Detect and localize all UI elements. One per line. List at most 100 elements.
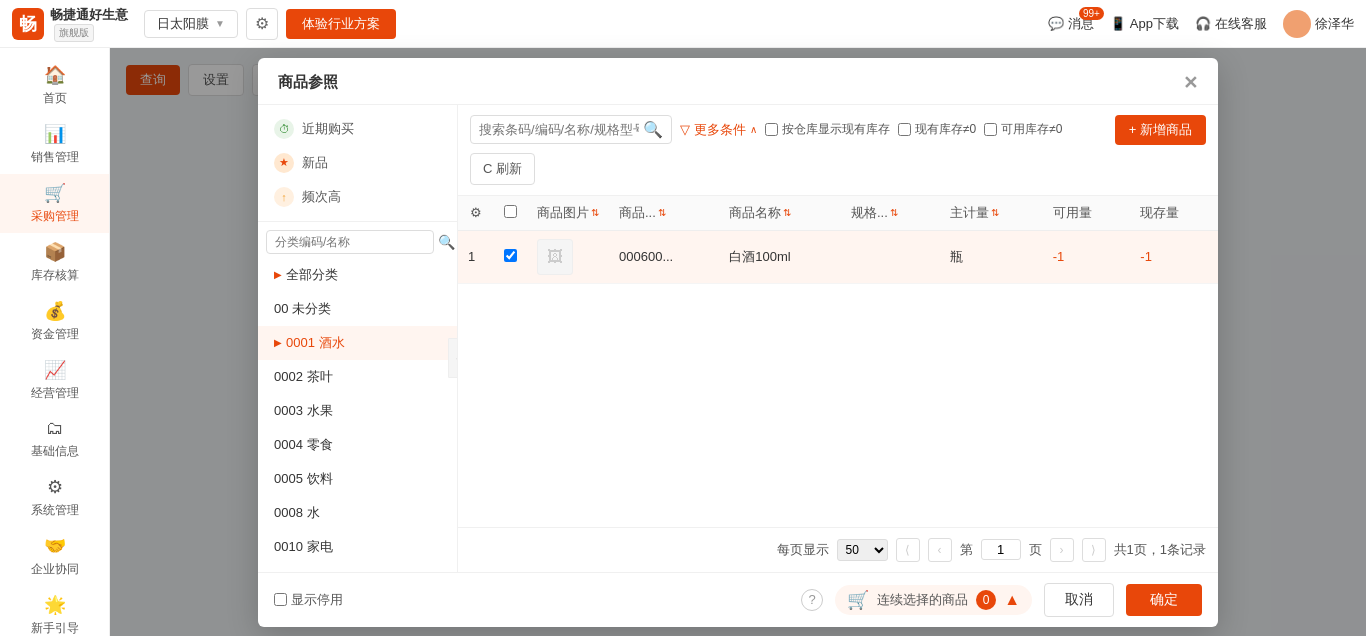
cat-item-tea[interactable]: 0002 茶叶	[258, 360, 457, 394]
cart-label: 连续选择的商品	[877, 591, 968, 609]
td-spec	[841, 230, 940, 283]
cat-item-uncategorized[interactable]: 00 未分类	[258, 292, 457, 326]
panel-collapse-button[interactable]: ‹	[448, 338, 458, 378]
filter-bar: 🔍 ▽ 更多条件 ∧ 按仓库显示现有库存	[458, 105, 1218, 196]
checkbox-by-warehouse[interactable]	[765, 123, 778, 136]
product-table-area: ⚙ 商品图片 ⇅	[458, 196, 1218, 527]
sidebar-label-business: 经营管理	[31, 385, 79, 402]
category-search-icon[interactable]: 🔍	[438, 234, 455, 250]
sidebar-item-collab[interactable]: 🤝 企业协同	[0, 527, 109, 586]
last-page-button[interactable]: ⟩	[1082, 538, 1106, 562]
modal-title: 商品参照	[278, 73, 338, 92]
sidebar-item-system[interactable]: ⚙ 系统管理	[0, 468, 109, 527]
inventory-icon: 📦	[44, 241, 66, 263]
sidebar-item-inventory[interactable]: 📦 库存核算	[0, 233, 109, 292]
sidebar-item-guide[interactable]: 🌟 新手引导	[0, 586, 109, 636]
show-disabled-label[interactable]: 显示停用	[274, 591, 343, 609]
check-stock-nonzero[interactable]: 现有库存≠0	[898, 121, 976, 138]
product-search-input[interactable]	[479, 122, 639, 137]
show-disabled-checkbox[interactable]	[274, 593, 287, 606]
trial-button[interactable]: 体验行业方案	[286, 9, 396, 39]
gear-button[interactable]: ⚙	[246, 8, 278, 40]
cat-item-all[interactable]: ▶ 全部分类	[258, 258, 457, 292]
quick-filters: ⏱ 近期购买 ★ 新品 ↑ 频次高	[258, 113, 457, 222]
td-name: 白酒100ml	[719, 230, 841, 283]
cancel-button[interactable]: 取消	[1044, 583, 1114, 617]
modal-overlay: 商品参照 ✕ ⏱ 近期购买 ★ 新品	[110, 48, 1366, 636]
cat-item-water[interactable]: 0008 水	[258, 496, 457, 530]
app-download-btn[interactable]: 📱 App下载	[1110, 15, 1179, 33]
cart-collapse-button[interactable]: ▲	[1004, 591, 1020, 609]
sort-image-icon: ⇅	[591, 207, 599, 218]
store-selector[interactable]: 日太阳膜 ▼	[144, 10, 238, 38]
table-settings-icon[interactable]: ⚙	[470, 205, 482, 220]
prev-page-button[interactable]: ‹	[928, 538, 952, 562]
td-checkbox	[494, 230, 527, 283]
headset-icon: 🎧	[1195, 16, 1211, 31]
add-product-button[interactable]: + 新增商品	[1115, 115, 1206, 145]
th-spec: 规格... ⇅	[841, 196, 940, 231]
sidebar-item-sales[interactable]: 📊 销售管理	[0, 115, 109, 174]
check-by-warehouse[interactable]: 按仓库显示现有库存	[765, 121, 890, 138]
category-search-input[interactable]	[266, 230, 434, 254]
select-all-checkbox[interactable]	[504, 205, 517, 218]
category-list: ▶ 全部分类 00 未分类 ▶ 0001 酒水 0002 茶	[258, 258, 457, 564]
td-unit: 瓶	[940, 230, 1042, 283]
confirm-button[interactable]: 确定	[1126, 584, 1202, 616]
cat-item-fruit[interactable]: 0003 水果	[258, 394, 457, 428]
avatar	[1283, 10, 1311, 38]
prev-page-icon: ‹	[938, 543, 942, 557]
cat-item-drink[interactable]: 0005 饮料	[258, 462, 457, 496]
collab-icon: 🤝	[44, 535, 66, 557]
cat-item-snack[interactable]: 0004 零食	[258, 428, 457, 462]
help-icon-button[interactable]: ?	[801, 589, 823, 611]
sidebar-item-home[interactable]: 🏠 首页	[0, 56, 109, 115]
checkbox-avail-nonzero[interactable]	[984, 123, 997, 136]
cat-arrow-liquor: ▶	[274, 337, 282, 348]
page-prefix-label: 第	[960, 541, 973, 559]
quick-filter-new[interactable]: ★ 新品	[266, 147, 449, 179]
td-row-num: 1	[458, 230, 494, 283]
cat-item-appliance[interactable]: 0010 家电	[258, 530, 457, 564]
service-btn[interactable]: 🎧 在线客服	[1195, 15, 1267, 33]
modal-header: 商品参照 ✕	[258, 58, 1218, 105]
sidebar-item-purchase[interactable]: 🛒 采购管理	[0, 174, 109, 233]
last-page-icon: ⟩	[1091, 543, 1096, 557]
product-search-box: 🔍	[470, 115, 672, 144]
filter-more-btn[interactable]: ▽ 更多条件 ∧	[680, 121, 757, 139]
dropdown-icon: ▼	[215, 18, 225, 29]
quick-filter-recent-label: 近期购买	[302, 120, 354, 138]
purchase-icon: 🛒	[44, 182, 66, 204]
quick-filter-freq[interactable]: ↑ 频次高	[266, 181, 449, 213]
per-page-select[interactable]: 50 100 200	[837, 539, 888, 561]
checkbox-stock-nonzero[interactable]	[898, 123, 911, 136]
sidebar-item-finance[interactable]: 💰 资金管理	[0, 292, 109, 351]
search-icon[interactable]: 🔍	[643, 120, 663, 139]
quick-filter-recent[interactable]: ⏱ 近期购买	[266, 113, 449, 145]
username: 徐泽华	[1315, 15, 1354, 33]
th-code: 商品... ⇅	[609, 196, 719, 231]
sidebar-item-business[interactable]: 📈 经营管理	[0, 351, 109, 410]
modal-close-button[interactable]: ✕	[1183, 72, 1198, 94]
table-row[interactable]: 1 🖼 000600...	[458, 230, 1218, 283]
filter-more-label: 更多条件	[694, 121, 746, 139]
first-page-button[interactable]: ⟨	[896, 538, 920, 562]
check-avail-nonzero[interactable]: 可用库存≠0	[984, 121, 1062, 138]
th-avail: 可用量	[1043, 196, 1131, 231]
row-checkbox[interactable]	[504, 249, 517, 262]
notif-badge: 99+	[1079, 7, 1104, 20]
sidebar-label-guide: 新手引导	[31, 620, 79, 636]
logo-text: 畅捷通好生意	[50, 6, 128, 24]
per-page-label: 每页显示	[777, 541, 829, 559]
total-info: 共1页，1条记录	[1114, 541, 1206, 559]
next-page-icon: ›	[1060, 543, 1064, 557]
refresh-button[interactable]: C 刷新	[470, 153, 535, 185]
sidebar-label-inventory: 库存核算	[31, 267, 79, 284]
cart-icon: 🛒	[847, 589, 869, 611]
page-number-input[interactable]	[981, 539, 1021, 560]
user-area[interactable]: 徐泽华	[1283, 10, 1354, 38]
notification-area[interactable]: 💬 消息 99+	[1048, 15, 1094, 33]
sidebar-item-basic-info[interactable]: 🗂 基础信息	[0, 410, 109, 468]
next-page-button[interactable]: ›	[1050, 538, 1074, 562]
cat-item-liquor[interactable]: ▶ 0001 酒水	[258, 326, 457, 360]
